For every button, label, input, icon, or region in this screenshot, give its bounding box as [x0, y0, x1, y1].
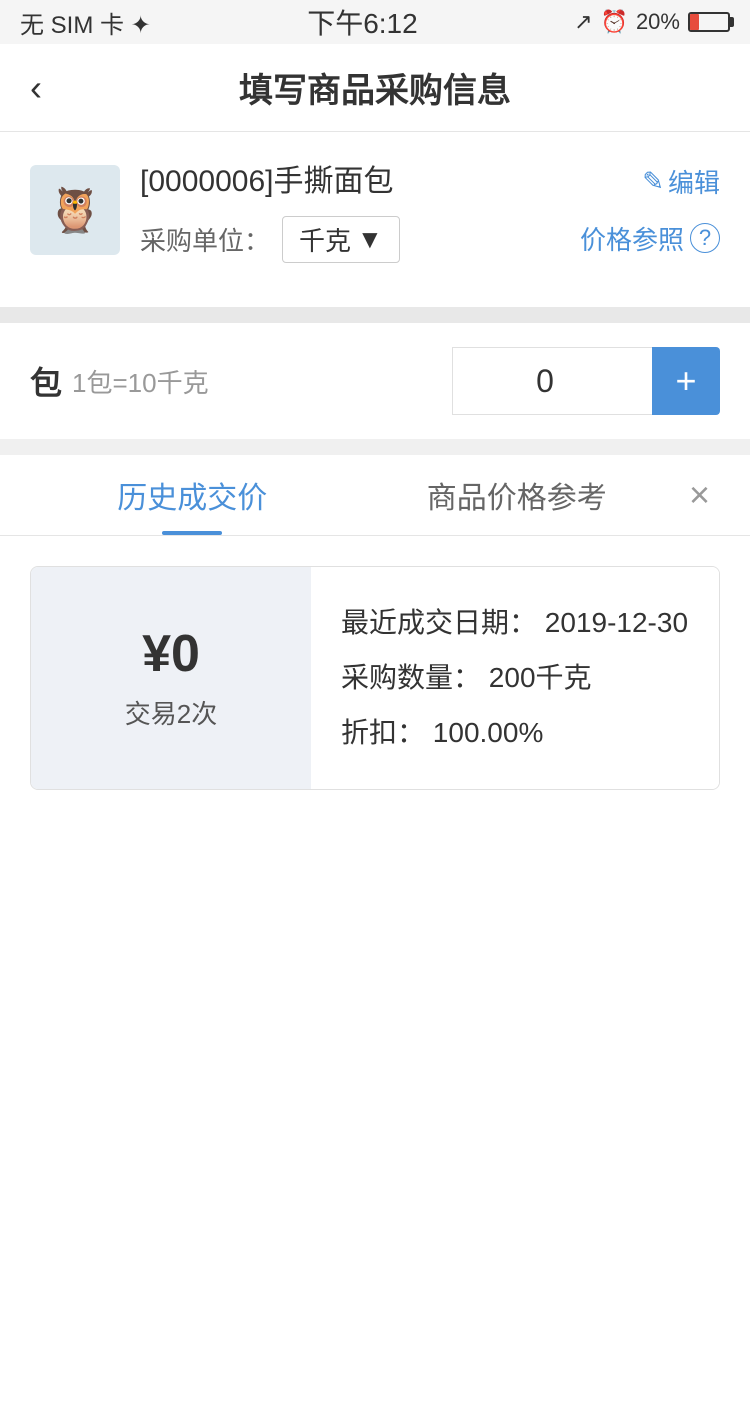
unit-char: 包 — [30, 358, 62, 404]
back-button[interactable]: ‹ — [30, 67, 42, 109]
tabs-section: 历史成交价 商品价格参考 × ¥0 交易2次 最近成交日期： 2019-12-3… — [0, 455, 750, 820]
page-title: 填写商品采购信息 — [239, 63, 511, 112]
quantity-plus-button[interactable]: + — [652, 347, 720, 415]
section-divider — [0, 307, 750, 323]
unit-dropdown[interactable]: 千克 ▼ — [282, 216, 400, 263]
conversion-text: 1包=10千克 — [72, 363, 209, 400]
history-card-left: ¥0 交易2次 — [31, 567, 311, 789]
product-name: [0000006]手撕面包 — [140, 156, 400, 200]
history-price: ¥0 — [142, 624, 200, 684]
quantity-row: 包 1包=10千克 + — [0, 323, 750, 439]
product-section: 🦉 [0000006]手撕面包 采购单位： 千克 ▼ ✎ 编辑 价格参照 — [0, 132, 750, 307]
history-card-right: 最近成交日期： 2019-12-30 采购数量： 200千克 折扣： 100.0… — [311, 567, 719, 789]
discount-row: 折扣： 100.00% — [341, 713, 689, 752]
discount-value: 100.00% — [433, 717, 544, 748]
quantity-input[interactable] — [452, 347, 652, 415]
recent-date-row: 最近成交日期： 2019-12-30 — [341, 603, 689, 642]
purchase-qty-label: 采购数量： — [341, 662, 481, 693]
history-card: ¥0 交易2次 最近成交日期： 2019-12-30 采购数量： 200千克 折… — [30, 566, 720, 790]
alarm-icon: ⏰ — [601, 9, 628, 35]
product-header: 🦉 [0000006]手撕面包 采购单位： 千克 ▼ ✎ 编辑 价格参照 — [30, 156, 720, 263]
history-trade-count: 交易2次 — [125, 694, 217, 731]
bottom-space — [0, 820, 750, 1420]
nav-bar: ‹ 填写商品采购信息 — [0, 44, 750, 132]
status-time: 下午6:12 — [307, 2, 418, 42]
recent-date-label: 最近成交日期： — [341, 607, 537, 638]
tabs-header: 历史成交价 商品价格参考 × — [0, 455, 750, 536]
product-logo-icon: 🦉 — [48, 184, 103, 236]
quantity-input-group: + — [452, 347, 720, 415]
edit-icon: ✎ — [642, 166, 664, 197]
status-bar: 无 SIM 卡 ✦ 下午6:12 ↗ ⏰ 20% — [0, 0, 750, 44]
sim-status: 无 SIM 卡 ✦ — [20, 5, 151, 40]
status-right: ↗ ⏰ 20% — [574, 9, 730, 35]
product-actions: ✎ 编辑 价格参照 ? — [580, 163, 720, 257]
product-thumbnail: 🦉 — [30, 165, 120, 255]
product-info: [0000006]手撕面包 采购单位： 千克 ▼ — [140, 156, 400, 263]
history-content: ¥0 交易2次 最近成交日期： 2019-12-30 采购数量： 200千克 折… — [0, 536, 750, 820]
purchase-qty-row: 采购数量： 200千克 — [341, 658, 689, 697]
quantity-label: 包 1包=10千克 — [30, 358, 209, 404]
tab-history[interactable]: 历史成交价 — [30, 455, 354, 535]
price-ref-help-icon: ? — [690, 223, 720, 253]
recent-date-value: 2019-12-30 — [545, 607, 688, 638]
edit-button[interactable]: ✎ 编辑 — [642, 163, 720, 200]
unit-value: 千克 — [299, 221, 351, 258]
price-reference-button[interactable]: 价格参照 ? — [580, 220, 720, 257]
status-left: 无 SIM 卡 ✦ — [20, 5, 151, 40]
discount-label: 折扣： — [341, 717, 425, 748]
dropdown-arrow-icon: ▼ — [357, 224, 383, 255]
product-left: 🦉 [0000006]手撕面包 采购单位： 千克 ▼ — [30, 156, 400, 263]
location-icon: ↗ — [574, 9, 592, 35]
edit-label: 编辑 — [668, 163, 720, 200]
product-unit-row: 采购单位： 千克 ▼ — [140, 216, 400, 263]
purchase-qty-value: 200千克 — [489, 662, 592, 693]
unit-label: 采购单位： — [140, 221, 270, 258]
tab-price-reference-label: 商品价格参考 — [427, 473, 607, 517]
tab-history-label: 历史成交价 — [117, 473, 267, 517]
price-ref-label: 价格参照 — [580, 220, 684, 257]
battery-icon — [688, 12, 730, 32]
battery-percent: 20% — [636, 9, 680, 35]
tabs-close-button[interactable]: × — [679, 474, 720, 516]
tab-price-reference[interactable]: 商品价格参考 — [354, 455, 678, 535]
